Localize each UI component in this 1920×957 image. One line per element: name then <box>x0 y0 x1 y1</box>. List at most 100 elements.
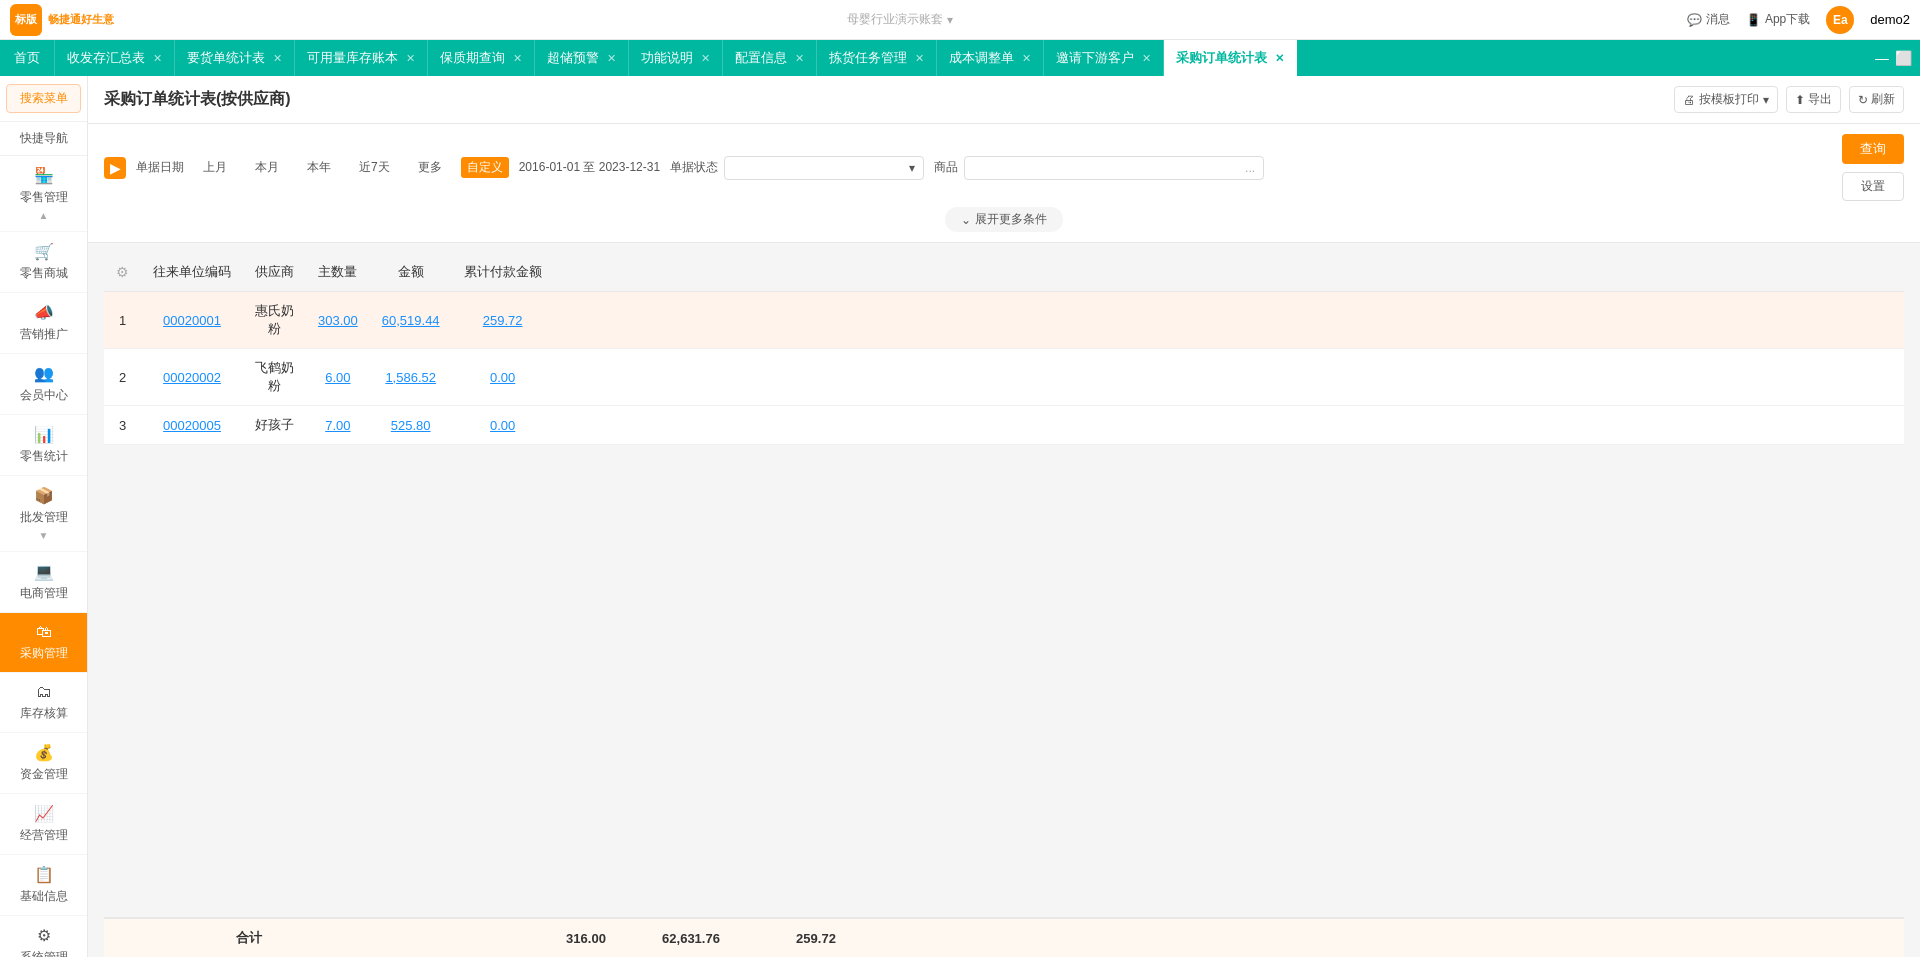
sidebar-item-基础信息[interactable]: 📋 基础信息 <box>0 855 87 916</box>
footer-amount: 62,631.76 <box>636 931 746 946</box>
system-icon: ⚙ <box>37 926 51 945</box>
status-filter-item: 单据状态 ▾ <box>670 156 924 180</box>
date-this-month-button[interactable]: 本月 <box>246 155 288 180</box>
status-select[interactable]: ▾ <box>724 156 924 180</box>
action-buttons: 查询 设置 <box>1842 134 1904 201</box>
sidebar-item-会员中心[interactable]: 👥 会员中心 <box>0 354 87 415</box>
amount-link[interactable]: 525.80 <box>391 418 431 433</box>
app-download-button[interactable]: 📱 App下载 <box>1746 11 1810 28</box>
table-row: 1 00020001 惠氏奶粉 303.00 60,519.44 259.72 <box>104 292 1904 349</box>
print-arrow-icon: ▾ <box>1763 93 1769 107</box>
goods-more-icon: ... <box>1245 161 1255 175</box>
sidebar-item-营销推广[interactable]: 📣 营销推广 <box>0 293 87 354</box>
username-label: demo2 <box>1870 12 1910 27</box>
footer-qty: 316.00 <box>536 931 636 946</box>
row-amount: 60,519.44 <box>370 292 452 349</box>
tab-拣货任务管理[interactable]: 拣货任务管理 ✕ <box>817 40 937 76</box>
close-icon[interactable]: ✕ <box>915 52 924 65</box>
print-button[interactable]: 🖨 按模板打印 ▾ <box>1674 86 1778 113</box>
col-settings: ⚙ <box>104 253 141 292</box>
top-bar: 标版 畅捷通好生意 母婴行业演示账套 ▾ 💬 消息 📱 App下载 Ea dem… <box>0 0 1920 40</box>
amount-link[interactable]: 1,586.52 <box>385 370 436 385</box>
close-icon[interactable]: ✕ <box>1142 52 1151 65</box>
tab-收发存汇总表[interactable]: 收发存汇总表 ✕ <box>55 40 175 76</box>
quick-nav-button[interactable]: 快捷导航 <box>0 122 87 156</box>
tab-采购订单统计表[interactable]: 采购订单统计表 ✕ <box>1164 40 1297 76</box>
col-extra <box>554 253 1904 292</box>
paid-link[interactable]: 0.00 <box>490 418 515 433</box>
date-custom-tag[interactable]: 自定义 <box>461 157 509 178</box>
refresh-button[interactable]: ↻ 刷新 <box>1849 86 1904 113</box>
close-icon[interactable]: ✕ <box>607 52 616 65</box>
goods-filter-label: 商品 <box>934 159 958 176</box>
code-link[interactable]: 00020005 <box>163 418 221 433</box>
sidebar-item-采购管理[interactable]: 🛍 采购管理 <box>0 613 87 673</box>
logo-text: 畅捷通好生意 <box>48 13 114 26</box>
col-paid: 累计付款金额 <box>452 253 554 292</box>
footer-label: 合计 <box>156 929 536 947</box>
col-code: 往来单位编码 <box>141 253 243 292</box>
amount-link[interactable]: 60,519.44 <box>382 313 440 328</box>
date-last-month-button[interactable]: 上月 <box>194 155 236 180</box>
close-icon[interactable]: ✕ <box>273 52 282 65</box>
sidebar-item-经营管理[interactable]: 📈 经营管理 <box>0 794 87 855</box>
col-settings-icon[interactable]: ⚙ <box>116 264 129 280</box>
nav-tabs: 首页 收发存汇总表 ✕ 要货单统计表 ✕ 可用量库存账本 ✕ 保质期查询 ✕ 超… <box>0 40 1920 76</box>
settings-button[interactable]: 设置 <box>1842 172 1904 201</box>
sidebar-item-零售统计[interactable]: 📊 零售统计 <box>0 415 87 476</box>
sidebar-item-零售商城[interactable]: 🛒 零售商城 <box>0 232 87 293</box>
code-link[interactable]: 00020001 <box>163 313 221 328</box>
qty-link[interactable]: 7.00 <box>325 418 350 433</box>
close-icon[interactable]: ✕ <box>1022 52 1031 65</box>
sidebar-item-零售管理[interactable]: 🏪 零售管理 ▲ <box>0 156 87 232</box>
tab-可用量库存账本[interactable]: 可用量库存账本 ✕ <box>295 40 428 76</box>
nav-minimize-icon[interactable]: — <box>1875 50 1889 66</box>
date-this-year-button[interactable]: 本年 <box>298 155 340 180</box>
tab-邀请下游客户[interactable]: 邀请下游客户 ✕ <box>1044 40 1164 76</box>
table-header-row: ⚙ 往来单位编码 供应商 主数量 金额 累计付款金额 <box>104 253 1904 292</box>
row-extra <box>554 292 1904 349</box>
qty-link[interactable]: 6.00 <box>325 370 350 385</box>
filter-toggle-button[interactable]: ▶ <box>104 157 126 179</box>
tab-成本调整单[interactable]: 成本调整单 ✕ <box>937 40 1044 76</box>
code-link[interactable]: 00020002 <box>163 370 221 385</box>
content-area: 采购订单统计表(按供应商) 🖨 按模板打印 ▾ ⬆ 导出 ↻ 刷新 <box>88 76 1920 957</box>
paid-link[interactable]: 0.00 <box>490 370 515 385</box>
sidebar-item-资金管理[interactable]: 💰 资金管理 <box>0 733 87 794</box>
message-button[interactable]: 💬 消息 <box>1687 11 1730 28</box>
close-icon[interactable]: ✕ <box>153 52 162 65</box>
date-more-button[interactable]: 更多 <box>409 155 451 180</box>
avatar[interactable]: Ea <box>1826 6 1854 34</box>
goods-input[interactable]: ... <box>964 156 1264 180</box>
nav-maximize-icon[interactable]: ⬜ <box>1895 50 1912 66</box>
sidebar-item-库存核算[interactable]: 🗂 库存核算 <box>0 673 87 733</box>
search-menu-button[interactable]: 搜索菜单 <box>6 84 81 113</box>
paid-link[interactable]: 259.72 <box>483 313 523 328</box>
close-icon[interactable]: ✕ <box>406 52 415 65</box>
tab-要货单统计表[interactable]: 要货单统计表 ✕ <box>175 40 295 76</box>
retail-mall-icon: 🛒 <box>34 242 54 261</box>
tab-保质期查询[interactable]: 保质期查询 ✕ <box>428 40 535 76</box>
tab-功能说明[interactable]: 功能说明 ✕ <box>629 40 723 76</box>
status-arrow-icon: ▾ <box>909 161 915 175</box>
tab-超储预警[interactable]: 超储预警 ✕ <box>535 40 629 76</box>
expand-more-button[interactable]: ⌄ 展开更多条件 <box>945 207 1063 232</box>
qty-link[interactable]: 303.00 <box>318 313 358 328</box>
tab-home[interactable]: 首页 <box>0 40 55 76</box>
close-icon[interactable]: ✕ <box>513 52 522 65</box>
close-icon[interactable]: ✕ <box>795 52 804 65</box>
top-right-area: 💬 消息 📱 App下载 Ea demo2 <box>1687 6 1910 34</box>
sidebar-item-批发管理[interactable]: 📦 批发管理 ▼ <box>0 476 87 552</box>
tab-配置信息[interactable]: 配置信息 ✕ <box>723 40 817 76</box>
export-button[interactable]: ⬆ 导出 <box>1786 86 1841 113</box>
workspace-select[interactable]: 母婴行业演示账套 ▾ <box>847 11 953 28</box>
close-icon[interactable]: ✕ <box>1275 52 1284 65</box>
query-button[interactable]: 查询 <box>1842 134 1904 164</box>
row-extra <box>554 349 1904 406</box>
sidebar-item-系统管理[interactable]: ⚙ 系统管理 <box>0 916 87 957</box>
date-7days-button[interactable]: 近7天 <box>350 155 399 180</box>
close-icon[interactable]: ✕ <box>701 52 710 65</box>
sidebar-item-电商管理[interactable]: 💻 电商管理 <box>0 552 87 613</box>
operations-icon: 📈 <box>34 804 54 823</box>
row-code: 00020002 <box>141 349 243 406</box>
